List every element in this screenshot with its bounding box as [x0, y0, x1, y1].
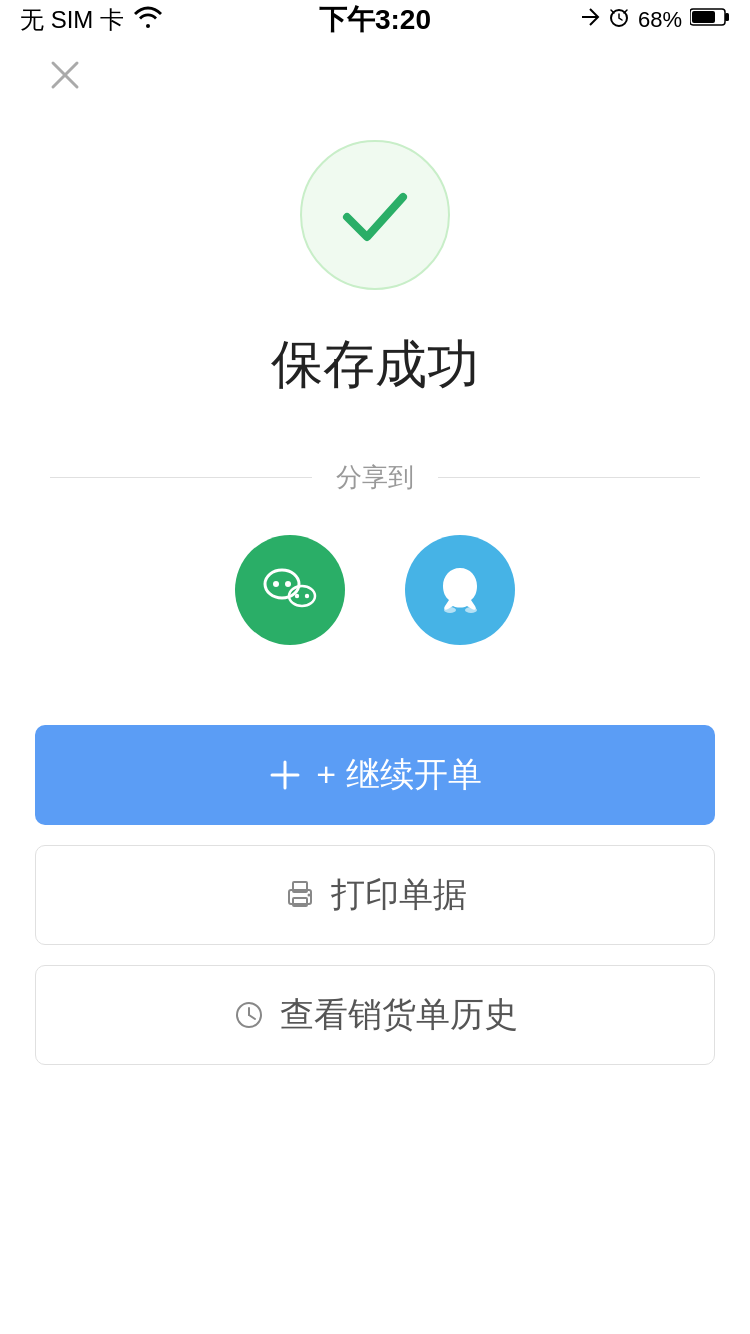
svg-point-13: [444, 607, 456, 613]
qq-icon: [428, 558, 493, 623]
svg-point-8: [273, 581, 279, 587]
battery-icon: [690, 7, 730, 33]
svg-line-23: [249, 1015, 255, 1019]
wechat-share-button[interactable]: [235, 535, 345, 645]
continue-button[interactable]: + 继续开单: [35, 725, 715, 825]
status-time: 下午3:20: [319, 1, 431, 39]
svg-point-14: [465, 607, 477, 613]
main-content: 保存成功 分享到: [0, 40, 750, 1065]
status-bar: 无 SIM 卡 下午3:20 68%: [0, 0, 750, 40]
svg-rect-3: [725, 13, 729, 21]
share-icons-row: [235, 535, 515, 645]
wifi-icon: [134, 6, 162, 34]
history-button[interactable]: 查看销货单历史: [35, 965, 715, 1065]
divider-line-left: [50, 477, 312, 478]
location-icon: [580, 7, 600, 33]
share-label: 分享到: [312, 460, 438, 495]
alarm-icon: [608, 6, 630, 34]
print-button[interactable]: 打印单据: [35, 845, 715, 945]
status-left: 无 SIM 卡: [20, 4, 162, 36]
plus-icon: [268, 758, 302, 792]
svg-point-7: [265, 570, 299, 598]
status-right: 68%: [580, 6, 730, 34]
close-button[interactable]: [40, 50, 90, 100]
svg-point-12: [304, 593, 308, 597]
success-icon-circle: [300, 140, 450, 290]
action-buttons: + 继续开单 打印单据 查看销货单历史: [35, 725, 715, 1065]
success-title: 保存成功: [271, 330, 479, 400]
printer-icon: [283, 878, 317, 912]
no-sim-text: 无 SIM 卡: [20, 4, 124, 36]
clock-icon: [232, 998, 266, 1032]
divider-line-right: [438, 477, 700, 478]
svg-point-11: [294, 593, 298, 597]
svg-point-9: [285, 581, 291, 587]
share-divider: 分享到: [0, 460, 750, 495]
svg-point-20: [308, 894, 311, 897]
wechat-icon: [258, 558, 323, 623]
battery-text: 68%: [638, 7, 682, 33]
qq-share-button[interactable]: [405, 535, 515, 645]
svg-rect-4: [692, 11, 715, 23]
check-icon: [335, 175, 415, 255]
